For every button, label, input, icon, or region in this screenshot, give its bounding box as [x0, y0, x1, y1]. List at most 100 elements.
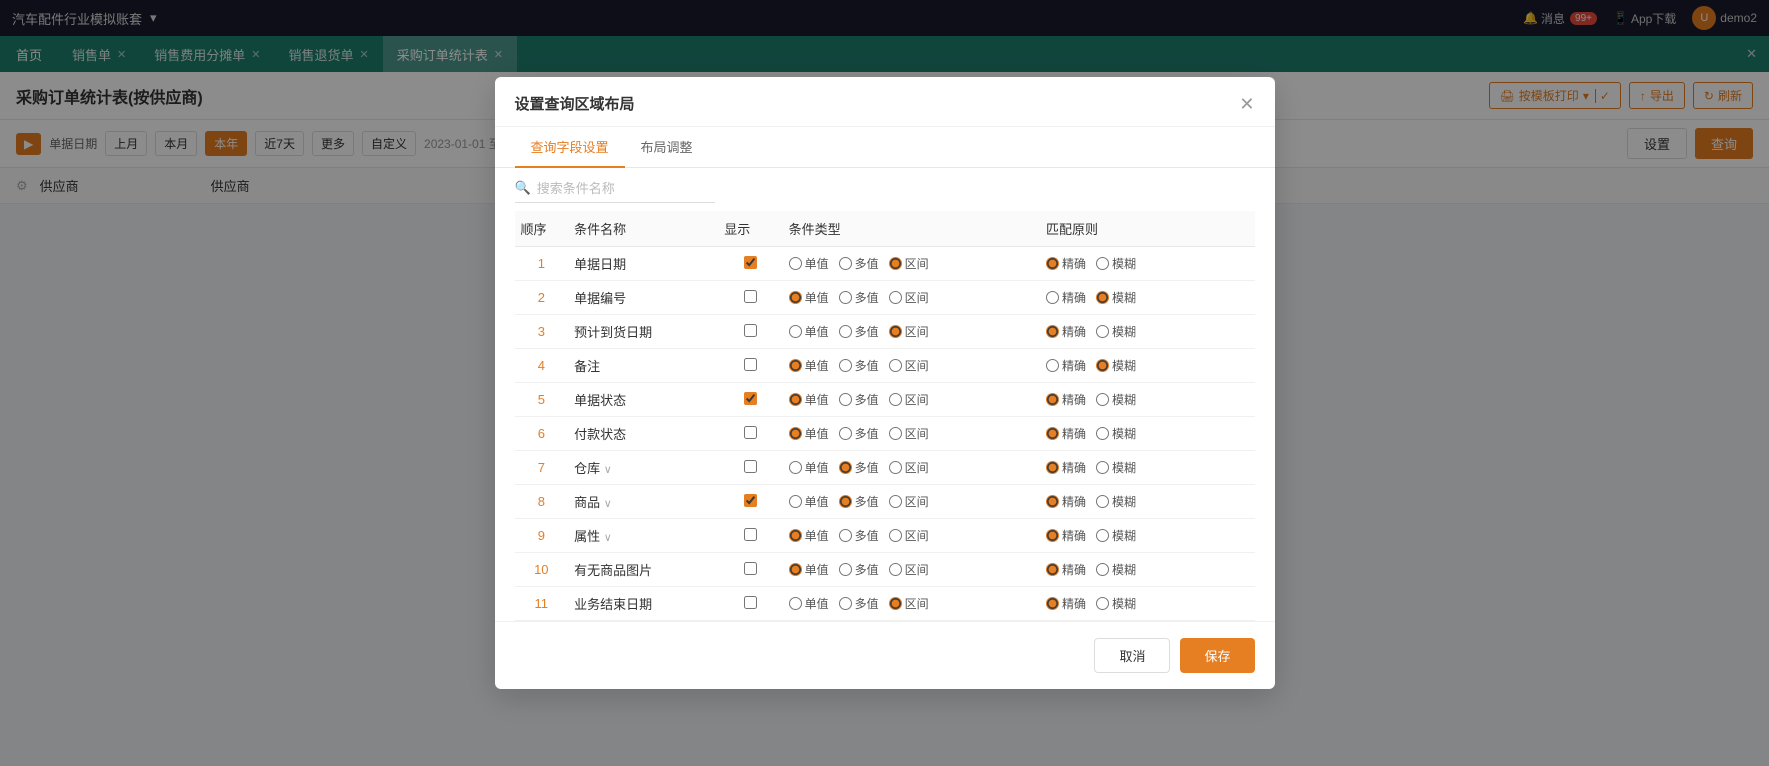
- type-option-区间[interactable]: 区间: [889, 595, 929, 612]
- type-option-多值[interactable]: 多值: [839, 357, 879, 374]
- match-option-模糊[interactable]: 模糊: [1096, 323, 1136, 340]
- match-radio-精确[interactable]: [1046, 597, 1059, 610]
- type-radio-单值[interactable]: [789, 563, 802, 576]
- type-option-多值[interactable]: 多值: [839, 391, 879, 408]
- type-option-多值[interactable]: 多值: [839, 289, 879, 306]
- match-option-精确[interactable]: 精确: [1046, 595, 1086, 612]
- match-radio-精确[interactable]: [1046, 563, 1059, 576]
- type-option-区间[interactable]: 区间: [889, 459, 929, 476]
- match-option-精确[interactable]: 精确: [1046, 255, 1086, 272]
- type-radio-多值[interactable]: [839, 461, 852, 474]
- type-option-单值[interactable]: 单值: [789, 391, 829, 408]
- show-checkbox[interactable]: [744, 426, 757, 439]
- match-option-模糊[interactable]: 模糊: [1096, 391, 1136, 408]
- match-radio-精确[interactable]: [1046, 427, 1059, 440]
- type-radio-区间[interactable]: [889, 325, 902, 338]
- type-option-区间[interactable]: 区间: [889, 527, 929, 544]
- match-radio-模糊[interactable]: [1096, 291, 1109, 304]
- match-radio-精确[interactable]: [1046, 291, 1059, 304]
- type-radio-单值[interactable]: [789, 427, 802, 440]
- type-radio-单值[interactable]: [789, 291, 802, 304]
- type-option-单值[interactable]: 单值: [789, 493, 829, 510]
- type-option-单值[interactable]: 单值: [789, 595, 829, 612]
- type-option-多值[interactable]: 多值: [839, 595, 879, 612]
- match-radio-模糊[interactable]: [1096, 325, 1109, 338]
- modal-close-button[interactable]: ✕: [1239, 95, 1254, 113]
- type-option-单值[interactable]: 单值: [789, 323, 829, 340]
- match-option-模糊[interactable]: 模糊: [1096, 459, 1136, 476]
- type-radio-多值[interactable]: [839, 597, 852, 610]
- type-option-区间[interactable]: 区间: [889, 255, 929, 272]
- match-radio-精确[interactable]: [1046, 393, 1059, 406]
- match-option-模糊[interactable]: 模糊: [1096, 425, 1136, 442]
- type-radio-区间[interactable]: [889, 291, 902, 304]
- type-radio-多值[interactable]: [839, 427, 852, 440]
- show-checkbox[interactable]: [744, 256, 757, 269]
- search-input[interactable]: [537, 181, 715, 196]
- match-radio-模糊[interactable]: [1096, 563, 1109, 576]
- show-checkbox[interactable]: [744, 460, 757, 473]
- show-checkbox[interactable]: [744, 392, 757, 405]
- modal-overlay[interactable]: 设置查询区域布局 ✕ 查询字段设置 布局调整 🔍: [0, 0, 1769, 766]
- type-radio-单值[interactable]: [789, 495, 802, 508]
- show-checkbox[interactable]: [744, 562, 757, 575]
- type-option-单值[interactable]: 单值: [789, 289, 829, 306]
- match-radio-模糊[interactable]: [1096, 529, 1109, 542]
- match-option-模糊[interactable]: 模糊: [1096, 493, 1136, 510]
- type-radio-区间[interactable]: [889, 393, 902, 406]
- type-radio-区间[interactable]: [889, 597, 902, 610]
- match-radio-精确[interactable]: [1046, 257, 1059, 270]
- match-option-精确[interactable]: 精确: [1046, 391, 1086, 408]
- match-option-精确[interactable]: 精确: [1046, 527, 1086, 544]
- type-radio-区间[interactable]: [889, 359, 902, 372]
- type-option-多值[interactable]: 多值: [839, 527, 879, 544]
- type-option-单值[interactable]: 单值: [789, 255, 829, 272]
- type-option-单值[interactable]: 单值: [789, 527, 829, 544]
- show-checkbox[interactable]: [744, 528, 757, 541]
- match-radio-模糊[interactable]: [1096, 393, 1109, 406]
- match-radio-精确[interactable]: [1046, 529, 1059, 542]
- type-radio-单值[interactable]: [789, 393, 802, 406]
- show-checkbox[interactable]: [744, 494, 757, 507]
- match-radio-精确[interactable]: [1046, 495, 1059, 508]
- type-option-单值[interactable]: 单值: [789, 357, 829, 374]
- type-radio-多值[interactable]: [839, 393, 852, 406]
- match-option-模糊[interactable]: 模糊: [1096, 561, 1136, 578]
- show-checkbox[interactable]: [744, 596, 757, 609]
- type-option-区间[interactable]: 区间: [889, 289, 929, 306]
- type-radio-多值[interactable]: [839, 495, 852, 508]
- type-option-多值[interactable]: 多值: [839, 561, 879, 578]
- tab-query-fields[interactable]: 查询字段设置: [515, 127, 625, 168]
- show-checkbox[interactable]: [744, 290, 757, 303]
- match-option-精确[interactable]: 精确: [1046, 493, 1086, 510]
- type-radio-单值[interactable]: [789, 359, 802, 372]
- type-radio-区间[interactable]: [889, 529, 902, 542]
- type-option-区间[interactable]: 区间: [889, 391, 929, 408]
- type-radio-单值[interactable]: [789, 597, 802, 610]
- type-option-区间[interactable]: 区间: [889, 561, 929, 578]
- tab-layout-adjust[interactable]: 布局调整: [625, 127, 709, 168]
- type-radio-区间[interactable]: [889, 257, 902, 270]
- match-radio-模糊[interactable]: [1096, 597, 1109, 610]
- match-radio-精确[interactable]: [1046, 461, 1059, 474]
- match-option-模糊[interactable]: 模糊: [1096, 289, 1136, 306]
- type-option-区间[interactable]: 区间: [889, 323, 929, 340]
- type-radio-多值[interactable]: [839, 257, 852, 270]
- type-radio-单值[interactable]: [789, 325, 802, 338]
- type-radio-多值[interactable]: [839, 563, 852, 576]
- type-option-区间[interactable]: 区间: [889, 357, 929, 374]
- match-option-模糊[interactable]: 模糊: [1096, 595, 1136, 612]
- match-radio-模糊[interactable]: [1096, 359, 1109, 372]
- type-option-区间[interactable]: 区间: [889, 493, 929, 510]
- type-radio-区间[interactable]: [889, 461, 902, 474]
- show-checkbox[interactable]: [744, 358, 757, 371]
- type-option-多值[interactable]: 多值: [839, 323, 879, 340]
- match-radio-精确[interactable]: [1046, 325, 1059, 338]
- match-option-精确[interactable]: 精确: [1046, 289, 1086, 306]
- match-option-精确[interactable]: 精确: [1046, 323, 1086, 340]
- type-radio-单值[interactable]: [789, 461, 802, 474]
- type-radio-单值[interactable]: [789, 529, 802, 542]
- type-option-多值[interactable]: 多值: [839, 425, 879, 442]
- match-option-精确[interactable]: 精确: [1046, 459, 1086, 476]
- type-radio-多值[interactable]: [839, 359, 852, 372]
